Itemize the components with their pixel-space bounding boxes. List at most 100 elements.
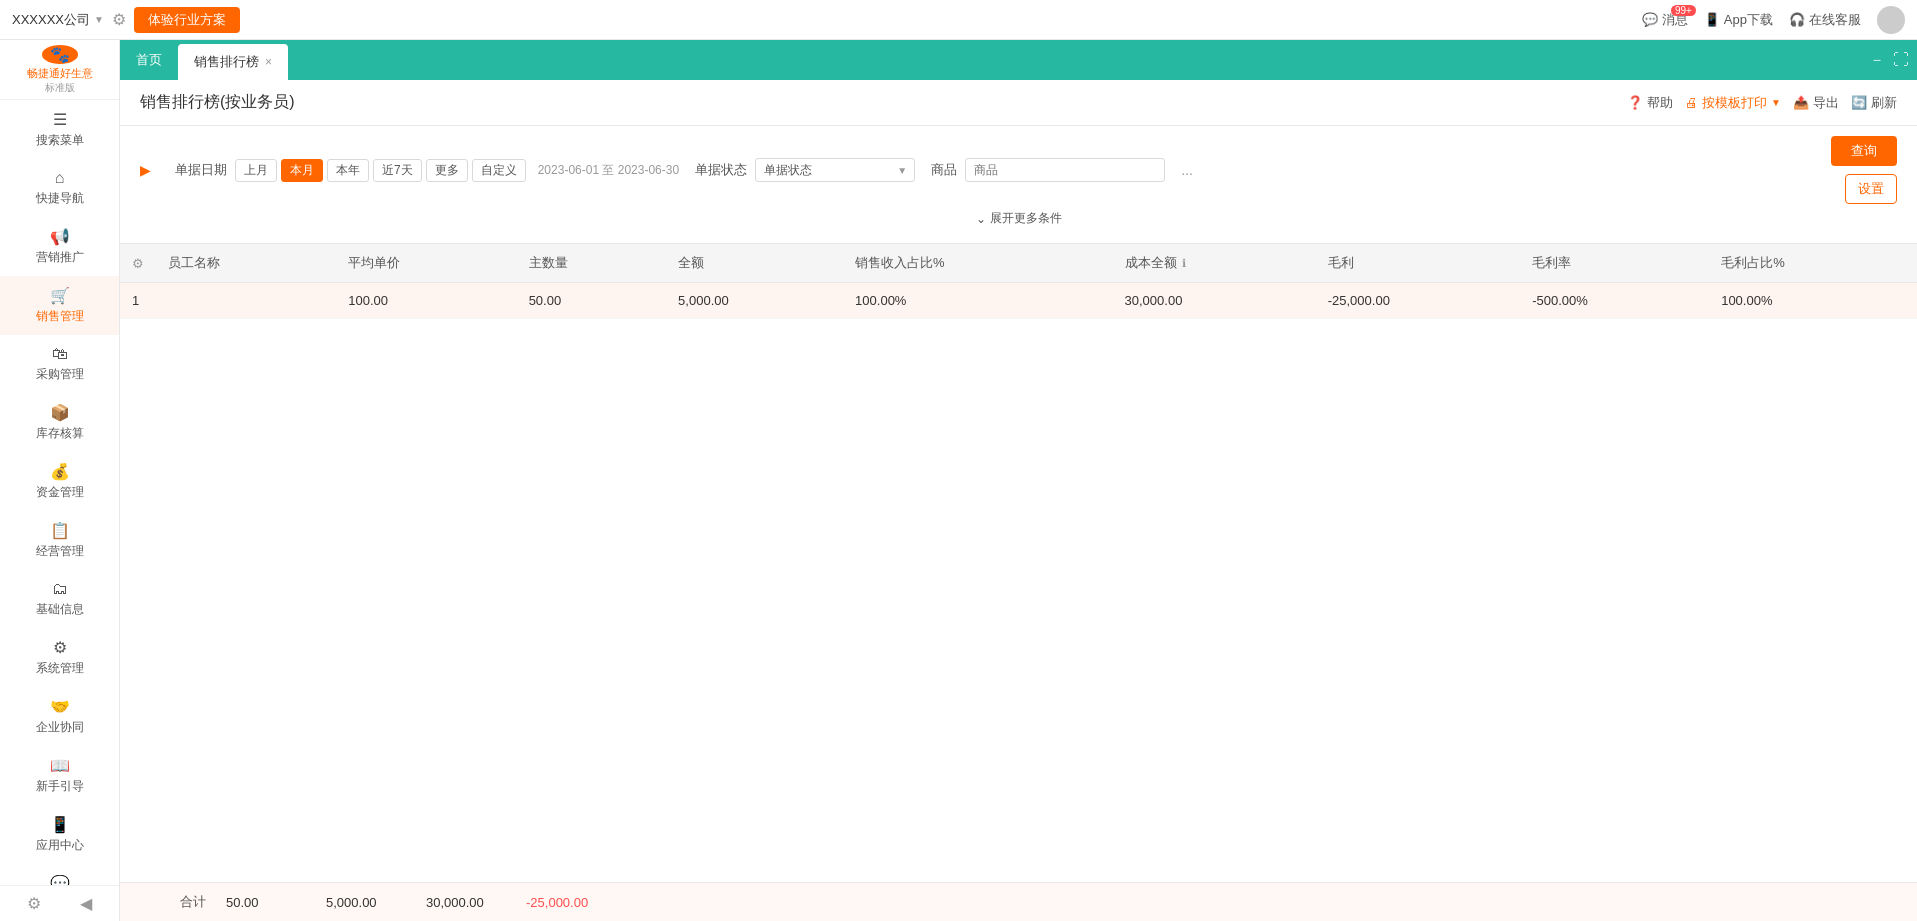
sidebar-item-finance[interactable]: 💰 资金管理 <box>0 452 119 511</box>
sidebar-item-wechat[interactable]: 💬 企业微信 <box>0 864 119 885</box>
print-dropdown-arrow[interactable]: ▼ <box>1771 97 1781 108</box>
goods-input[interactable] <box>965 158 1165 182</box>
phone-icon: 📱 <box>1704 12 1720 27</box>
sidebar-item-operations[interactable]: 📋 经营管理 <box>0 511 119 570</box>
goods-dots-button[interactable]: ... <box>1181 162 1193 178</box>
headset-icon: 🎧 <box>1789 12 1805 27</box>
tab-maximize-icon[interactable]: ⛶ <box>1893 51 1909 69</box>
logo-text: 畅捷通好生意 <box>27 66 93 81</box>
company-selector[interactable]: XXXXXX公司 ▼ <box>12 11 104 29</box>
enterprise-icon: 🤝 <box>50 697 70 716</box>
table-header: ⚙ 员工名称 平均单价 主数量 全额 销售收入占比% 成本全额 ℹ 毛利 <box>120 244 1917 283</box>
message-button[interactable]: 💬 消息 99+ <box>1642 11 1688 29</box>
refresh-icon: 🔄 <box>1851 95 1867 110</box>
col-employee: 员工名称 <box>156 244 336 283</box>
col-settings-icon[interactable]: ⚙ <box>132 256 144 271</box>
page-header-actions: ❓ 帮助 🖨 按模板打印 ▼ 📤 导出 🔄 刷新 <box>1627 94 1897 112</box>
query-button[interactable]: 查询 <box>1831 136 1897 166</box>
tab-minimize-icon[interactable]: － <box>1869 50 1885 71</box>
print-button[interactable]: 🖨 按模板打印 ▼ <box>1685 94 1781 112</box>
sidebar-item-guide[interactable]: 📖 新手引导 <box>0 746 119 805</box>
finance-icon: 💰 <box>50 462 70 481</box>
sidebar-item-label: 企业协同 <box>36 719 84 736</box>
col-settings: ⚙ <box>120 244 156 283</box>
tab-home[interactable]: 首页 <box>120 40 178 80</box>
date-range: 2023-06-01 至 2023-06-30 <box>538 162 679 179</box>
refresh-button[interactable]: 🔄 刷新 <box>1851 94 1897 112</box>
date-label: 单据日期 <box>175 161 227 179</box>
tab-bar-right: － ⛶ <box>1869 50 1917 71</box>
tab-home-label: 首页 <box>136 51 162 69</box>
export-button[interactable]: 📤 导出 <box>1793 94 1839 112</box>
cost-info-icon[interactable]: ℹ <box>1182 257 1186 269</box>
table-header-row: ⚙ 员工名称 平均单价 主数量 全额 销售收入占比% 成本全额 ℹ 毛利 <box>120 244 1917 283</box>
tab-sales-rank-label: 销售排行榜 <box>194 53 259 71</box>
footer-amount: 5,000.00 <box>326 895 406 910</box>
sidebar-item-purchase[interactable]: 🛍 采购管理 <box>0 335 119 393</box>
col-main-qty: 主数量 <box>517 244 666 283</box>
avatar[interactable] <box>1877 6 1905 34</box>
sidebar: 🐾 畅捷通好生意 标准版 ☰ 搜索菜单 ⌂ 快捷导航 📢 营销推广 🛒 销售管理 <box>0 40 120 921</box>
expand-more-button[interactable]: ⌄ 展开更多条件 <box>976 210 1062 227</box>
date-btn-7days[interactable]: 近7天 <box>373 159 422 182</box>
settings-icon[interactable]: ⚙ <box>112 10 126 29</box>
date-btn-last-month[interactable]: 上月 <box>235 159 277 182</box>
table-body: 1 100.00 50.00 5,000.00 100.00% 30,000.0… <box>120 283 1917 319</box>
date-buttons: 上月 本月 本年 近7天 更多 自定义 <box>235 159 526 182</box>
trial-button[interactable]: 体验行业方案 <box>134 7 240 33</box>
table-row: 1 100.00 50.00 5,000.00 100.00% 30,000.0… <box>120 283 1917 319</box>
online-service-button[interactable]: 🎧 在线客服 <box>1789 11 1861 29</box>
message-badge: 99+ <box>1671 5 1696 16</box>
col-cost-amount: 成本全额 ℹ <box>1113 244 1316 283</box>
settings-button[interactable]: 设置 <box>1845 174 1897 204</box>
cell-employee <box>156 283 336 319</box>
sidebar-collapse-icon[interactable]: ◀ <box>80 894 92 913</box>
tab-close-icon[interactable]: × <box>265 55 272 69</box>
date-btn-current-month[interactable]: 本月 <box>281 159 323 182</box>
status-select[interactable]: 单据状态 <box>755 158 915 182</box>
footer-gross: -25,000.00 <box>526 895 606 910</box>
export-label: 导出 <box>1813 94 1839 112</box>
filter-collapse-arrow[interactable]: ▶ <box>140 162 151 178</box>
filter-row: ▶ 单据日期 上月 本月 本年 近7天 更多 自定义 2023-06-01 至 … <box>140 136 1897 204</box>
sidebar-item-enterprise[interactable]: 🤝 企业协同 <box>0 687 119 746</box>
date-btn-current-year[interactable]: 本年 <box>327 159 369 182</box>
sidebar-item-basic-info[interactable]: 🗂 基础信息 <box>0 570 119 628</box>
cell-gross-rate: -500.00% <box>1520 283 1709 319</box>
tab-sales-rank[interactable]: 销售排行榜 × <box>178 44 288 80</box>
company-dropdown-arrow[interactable]: ▼ <box>94 14 104 25</box>
sidebar-item-label: 新手引导 <box>36 778 84 795</box>
app-center-icon: 📱 <box>50 815 70 834</box>
cell-rank: 1 <box>120 283 156 319</box>
help-label: 帮助 <box>1647 94 1673 112</box>
table-container: ⚙ 员工名称 平均单价 主数量 全额 销售收入占比% 成本全额 ℹ 毛利 <box>120 244 1917 882</box>
sidebar-item-quick-nav[interactable]: ⌂ 快捷导航 <box>0 159 119 217</box>
app-label: App下载 <box>1724 11 1773 29</box>
cell-amount: 5,000.00 <box>666 283 843 319</box>
sidebar-item-label: 快捷导航 <box>36 190 84 207</box>
col-sales-pct: 销售收入占比% <box>843 244 1112 283</box>
sidebar-settings-icon[interactable]: ⚙ <box>27 894 41 913</box>
sidebar-item-inventory[interactable]: 📦 库存核算 <box>0 393 119 452</box>
sidebar-item-label: 库存核算 <box>36 425 84 442</box>
date-btn-custom[interactable]: 自定义 <box>472 159 526 182</box>
status-label: 单据状态 <box>695 161 747 179</box>
sidebar-item-system[interactable]: ⚙ 系统管理 <box>0 628 119 687</box>
print-label: 按模板打印 <box>1702 94 1767 112</box>
footer-label: 合计 <box>132 893 206 911</box>
app-download-button[interactable]: 📱 App下载 <box>1704 11 1773 29</box>
basic-info-icon: 🗂 <box>52 580 68 598</box>
sidebar-item-sales[interactable]: 🛒 销售管理 <box>0 276 119 335</box>
cell-cost-amount: 30,000.00 <box>1113 283 1316 319</box>
cell-gross: -25,000.00 <box>1316 283 1520 319</box>
sidebar-item-label: 应用中心 <box>36 837 84 854</box>
sidebar-item-search-orders[interactable]: ☰ 搜索菜单 <box>0 100 119 159</box>
sidebar-item-marketing[interactable]: 📢 营销推广 <box>0 217 119 276</box>
date-btn-more[interactable]: 更多 <box>426 159 468 182</box>
logo-icon: 🐾 <box>42 45 78 64</box>
message-icon: 💬 <box>1642 12 1658 27</box>
sidebar-item-app-center[interactable]: 📱 应用中心 <box>0 805 119 864</box>
help-button[interactable]: ❓ 帮助 <box>1627 94 1673 112</box>
sidebar-item-label: 采购管理 <box>36 366 84 383</box>
top-bar: XXXXXX公司 ▼ ⚙ 体验行业方案 💬 消息 99+ 📱 App下载 🎧 在… <box>0 0 1917 40</box>
